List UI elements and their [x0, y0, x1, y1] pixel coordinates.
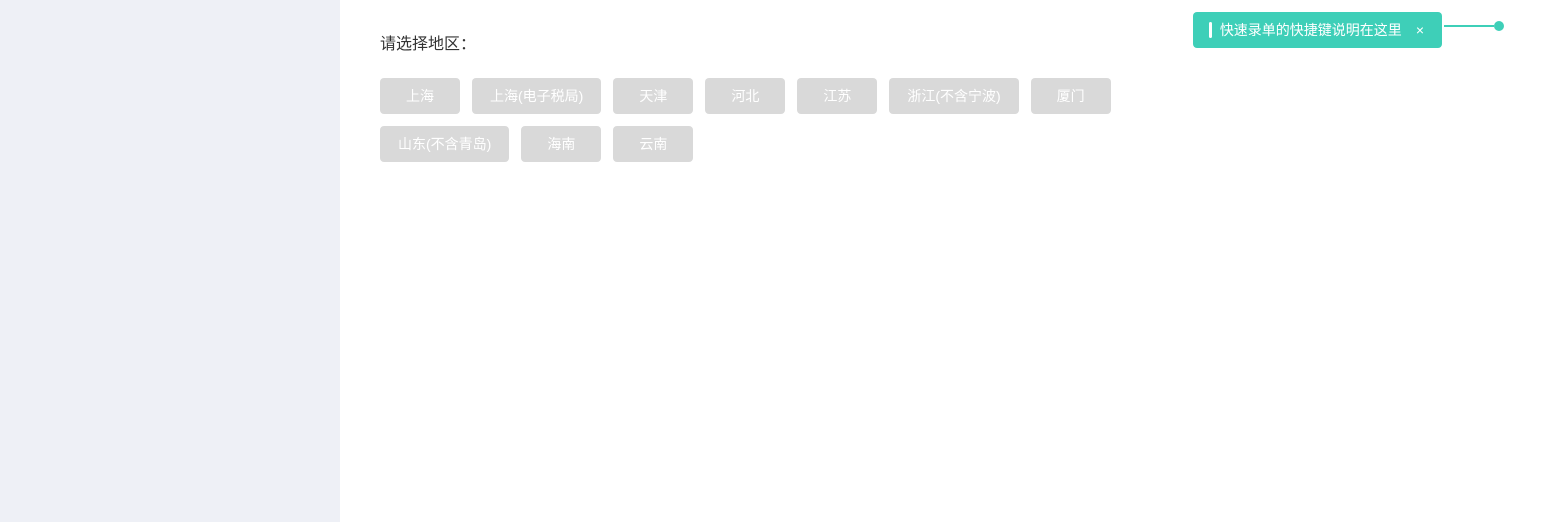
- main-content: 请选择地区： 上海上海(电子税局)天津河北江苏浙江(不含宁波)厦门 山东(不含青…: [340, 0, 1562, 522]
- region-btn-hebei[interactable]: 河北: [705, 78, 785, 114]
- region-btn-shanghai[interactable]: 上海: [380, 78, 460, 114]
- tooltip-close-button[interactable]: ×: [1414, 22, 1426, 38]
- region-btn-yunnan[interactable]: 云南: [613, 126, 693, 162]
- region-row-2: 山东(不含青岛) 海南云南: [380, 126, 1522, 162]
- region-row-1: 上海上海(电子税局) 天津河北江苏浙江(不含宁波) 厦门: [380, 78, 1522, 114]
- sidebar: [0, 0, 340, 522]
- region-btn-tianjin[interactable]: 天津: [613, 78, 693, 114]
- region-btn-jiangsu[interactable]: 江苏: [797, 78, 877, 114]
- region-btn-hainan[interactable]: 海南: [521, 126, 601, 162]
- tooltip-line: [1444, 25, 1494, 27]
- region-btn-shandong[interactable]: 山东(不含青岛): [380, 126, 509, 162]
- region-btn-zhejiang[interactable]: 浙江(不含宁波): [889, 78, 1018, 114]
- tooltip-dot: [1494, 21, 1504, 31]
- region-btn-shanghai-etax[interactable]: 上海(电子税局): [472, 78, 601, 114]
- tooltip-text: 快速录单的快捷键说明在这里: [1220, 20, 1402, 40]
- bar-indicator: [1209, 22, 1212, 38]
- tooltip-banner: 快速录单的快捷键说明在这里 ×: [1193, 12, 1442, 48]
- region-btn-xiamen[interactable]: 厦门: [1031, 78, 1111, 114]
